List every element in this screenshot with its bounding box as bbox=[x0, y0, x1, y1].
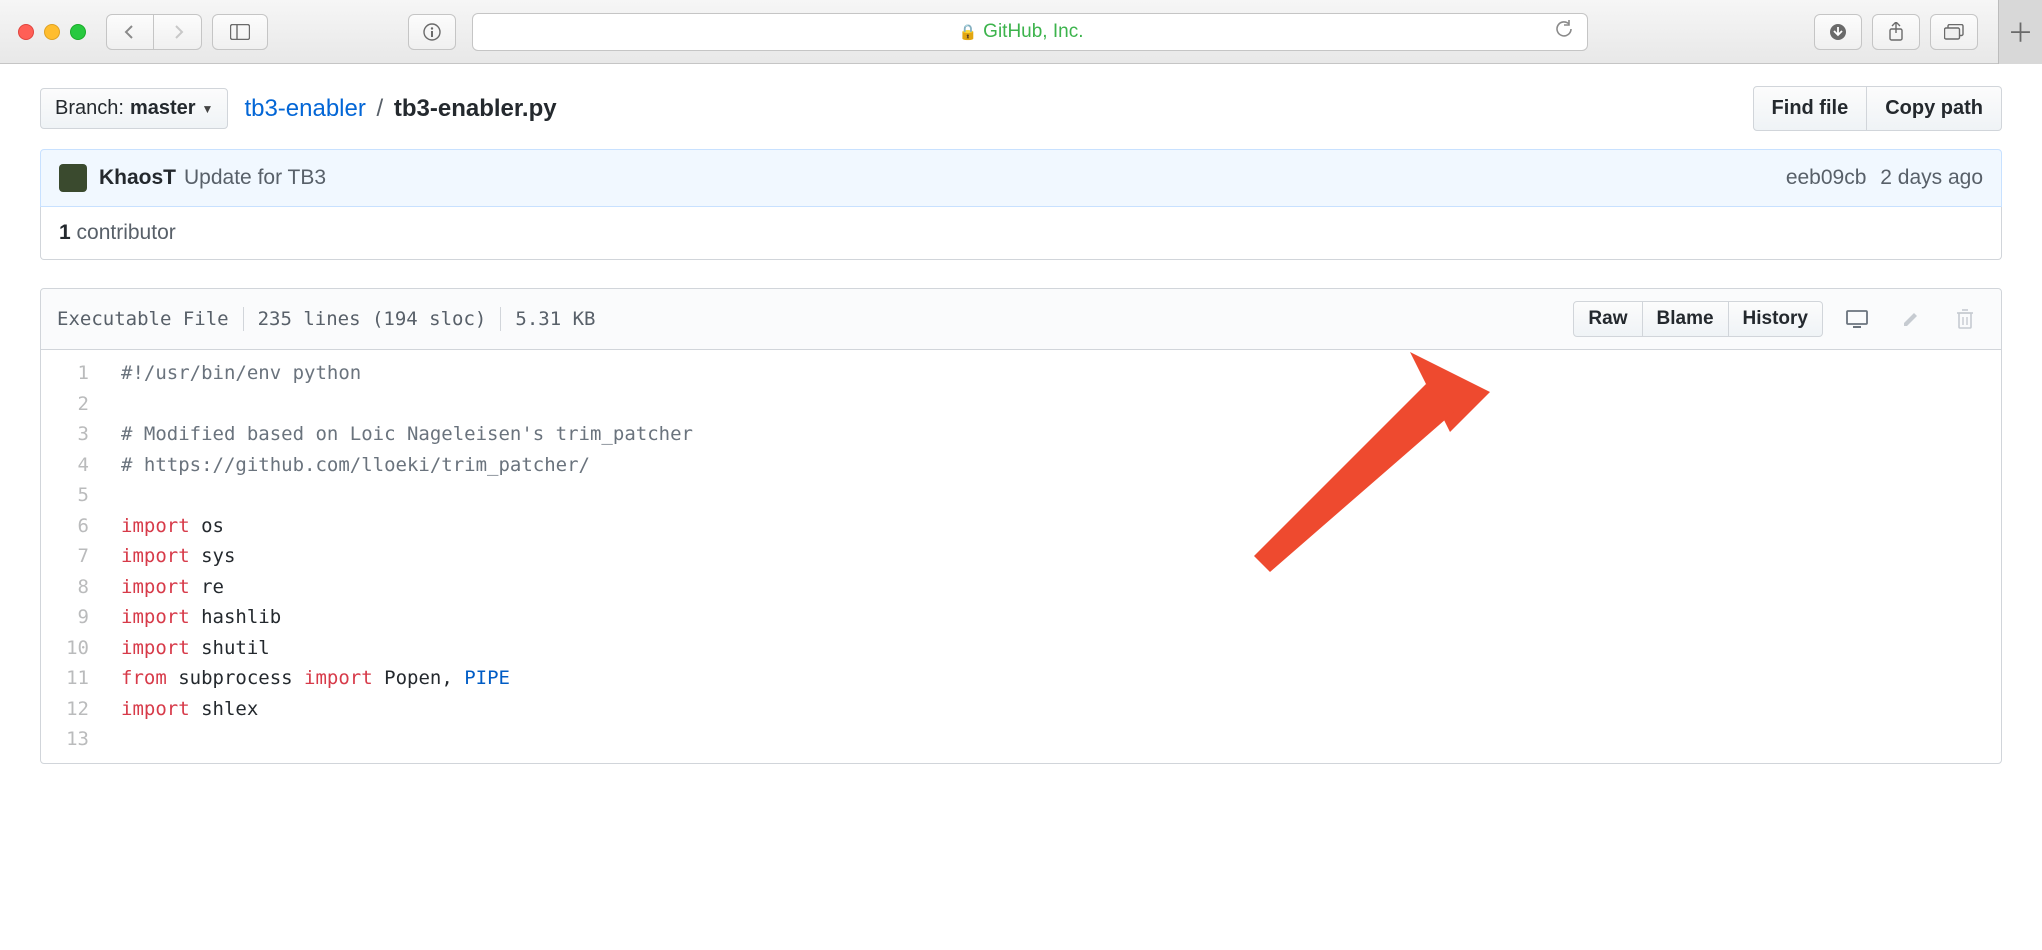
blame-button[interactable]: Blame bbox=[1643, 301, 1729, 337]
file-toolbar: Executable File 235 lines (194 sloc) 5.3… bbox=[41, 289, 2001, 350]
share-button[interactable] bbox=[1872, 14, 1920, 50]
commit-info: KhaosT Update for TB3 eeb09cb 2 days ago bbox=[40, 149, 2002, 207]
breadcrumb: tb3-enabler / tb3-enabler.py bbox=[244, 95, 556, 123]
raw-button[interactable]: Raw bbox=[1573, 301, 1642, 337]
find-file-button[interactable]: Find file bbox=[1753, 86, 1868, 131]
page-content: Branch: master ▼ tb3-enabler / tb3-enabl… bbox=[0, 64, 2042, 764]
back-button[interactable] bbox=[106, 14, 154, 50]
sidebar-button[interactable] bbox=[212, 14, 268, 50]
line-count: 235 lines (194 sloc) bbox=[244, 308, 501, 330]
desktop-icon[interactable] bbox=[1837, 303, 1877, 335]
breadcrumb-separator: / bbox=[377, 95, 384, 122]
delete-icon[interactable] bbox=[1945, 303, 1985, 335]
history-button[interactable]: History bbox=[1729, 301, 1823, 337]
branch-label: Branch: bbox=[55, 97, 124, 120]
caret-down-icon: ▼ bbox=[202, 102, 214, 116]
file-navigation: Branch: master ▼ tb3-enabler / tb3-enabl… bbox=[40, 86, 2002, 131]
new-tab-button[interactable]: ＋ bbox=[1998, 0, 2042, 64]
branch-name: master bbox=[130, 97, 196, 120]
minimize-window-button[interactable] bbox=[44, 24, 60, 40]
nav-buttons bbox=[106, 14, 202, 50]
line-numbers: 12345678910111213 bbox=[41, 350, 103, 763]
avatar[interactable] bbox=[59, 164, 87, 192]
browser-toolbar: 🔒 GitHub, Inc. ＋ bbox=[0, 0, 2042, 64]
close-window-button[interactable] bbox=[18, 24, 34, 40]
downloads-button[interactable] bbox=[1814, 14, 1862, 50]
file-actions: Find file Copy path bbox=[1753, 86, 2002, 131]
tabs-button[interactable] bbox=[1930, 14, 1978, 50]
copy-path-button[interactable]: Copy path bbox=[1867, 86, 2002, 131]
window-controls bbox=[18, 24, 86, 40]
privacy-report-button[interactable] bbox=[408, 14, 456, 50]
address-text: GitHub, Inc. bbox=[983, 21, 1083, 43]
code-body: 12345678910111213 #!/usr/bin/env python … bbox=[41, 350, 2001, 763]
view-buttons: Raw Blame History bbox=[1573, 301, 1823, 337]
file-size: 5.31 KB bbox=[501, 308, 609, 330]
branch-select-button[interactable]: Branch: master ▼ bbox=[40, 88, 228, 129]
contributor-count: 1 bbox=[59, 221, 71, 244]
repo-link[interactable]: tb3-enabler bbox=[244, 95, 365, 122]
lock-icon: 🔒 bbox=[958, 23, 977, 41]
contributor-label: contributor bbox=[71, 221, 176, 244]
commit-author[interactable]: KhaosT bbox=[99, 166, 176, 190]
address-bar[interactable]: 🔒 GitHub, Inc. bbox=[472, 13, 1588, 51]
code-lines: #!/usr/bin/env python # Modified based o… bbox=[103, 350, 693, 763]
maximize-window-button[interactable] bbox=[70, 24, 86, 40]
edit-icon[interactable] bbox=[1891, 303, 1931, 335]
contributors-box: 1 contributor bbox=[40, 207, 2002, 260]
reload-button[interactable] bbox=[1555, 20, 1573, 44]
forward-button[interactable] bbox=[154, 14, 202, 50]
file-name: tb3-enabler.py bbox=[394, 95, 557, 122]
commit-message[interactable]: Update for TB3 bbox=[184, 166, 326, 190]
commit-age: 2 days ago bbox=[1880, 166, 1983, 189]
commit-sha[interactable]: eeb09cb bbox=[1786, 166, 1867, 189]
file-box: Executable File 235 lines (194 sloc) 5.3… bbox=[40, 288, 2002, 764]
file-mode: Executable File bbox=[57, 308, 243, 330]
